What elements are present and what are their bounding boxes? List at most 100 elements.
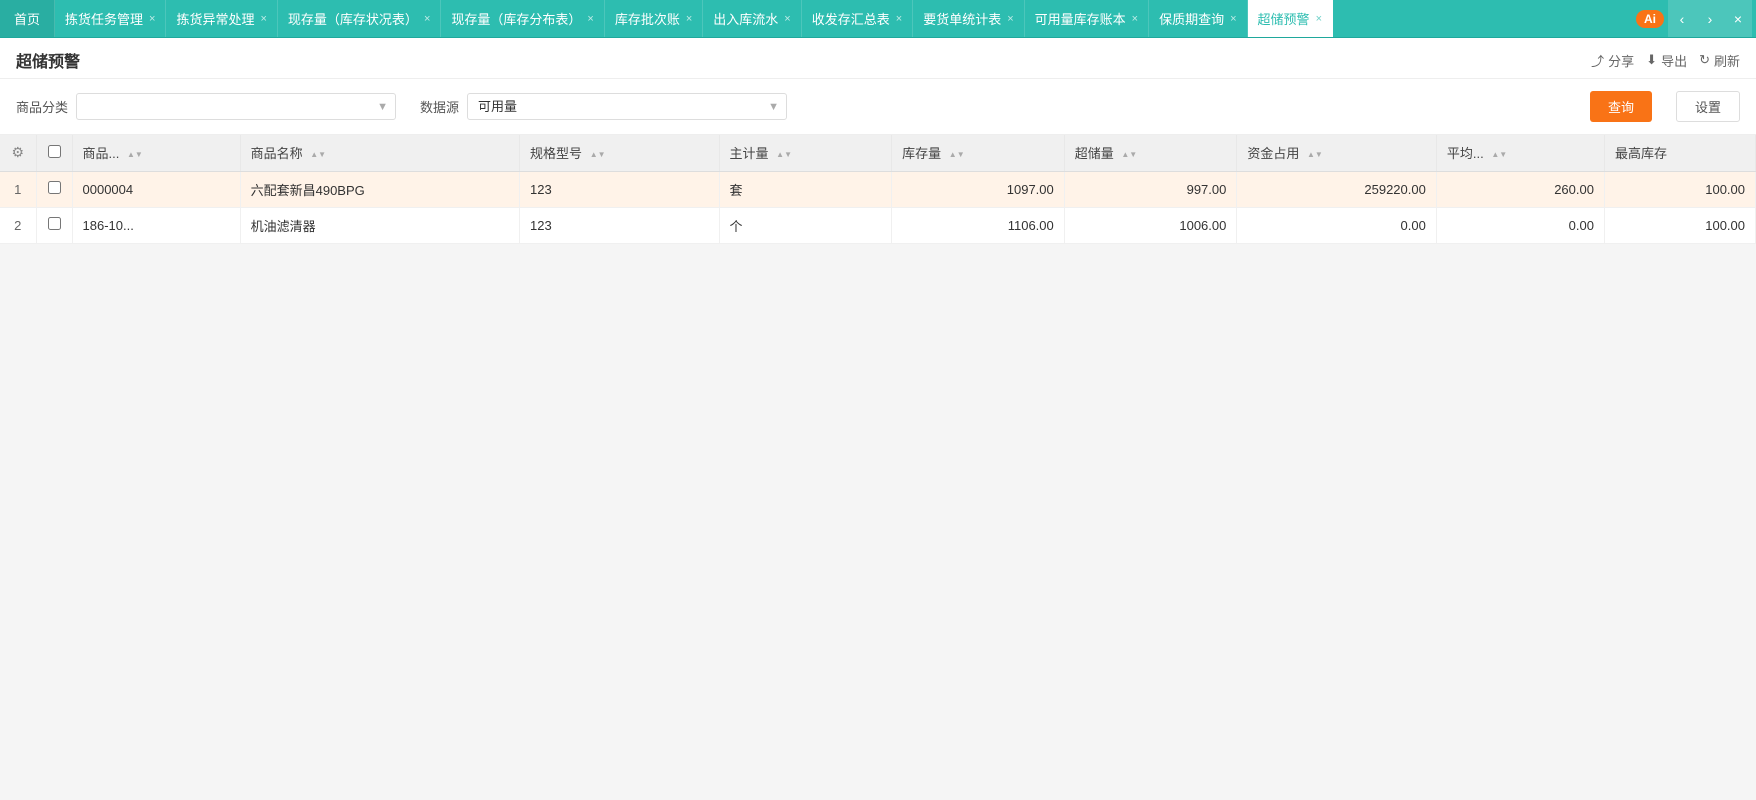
row-num-cell: 1 bbox=[0, 171, 36, 207]
tab-summary[interactable]: 收发存汇总表 × bbox=[802, 0, 913, 38]
close-icon[interactable]: × bbox=[1007, 13, 1013, 25]
col-max-stock-header: 最高库存 bbox=[1604, 135, 1755, 171]
row-avg: 260.00 bbox=[1436, 171, 1604, 207]
sort-icon[interactable]: ▲▼ bbox=[590, 150, 606, 159]
sort-icon[interactable]: ▲▼ bbox=[1491, 150, 1507, 159]
category-filter: 商品分类 ▼ bbox=[16, 93, 396, 120]
table-body: 1 0000004 六配套新昌490BPG 123 套 1097.00 997.… bbox=[0, 171, 1756, 243]
set-button[interactable]: 设置 bbox=[1676, 91, 1740, 122]
tab-inventory-status-label: 现存量（库存状况表） bbox=[288, 9, 418, 28]
col-spec-header: 规格型号 ▲▼ bbox=[520, 135, 719, 171]
col-overstock-header: 超储量 ▲▼ bbox=[1064, 135, 1237, 171]
row-unit: 套 bbox=[719, 171, 892, 207]
row-overstock: 997.00 bbox=[1064, 171, 1237, 207]
table-header-row: ⚙ 商品... ▲▼ 商品名称 ▲▼ 规格型号 ▲▼ 主计 bbox=[0, 135, 1756, 171]
close-icon[interactable]: × bbox=[424, 13, 430, 25]
row-stock: 1106.00 bbox=[892, 207, 1065, 243]
col-capital-label: 资金占用 bbox=[1247, 146, 1299, 161]
close-icon[interactable]: × bbox=[587, 13, 593, 25]
header-actions: ⤴ 分享 ⬇ 导出 ↻ 刷新 bbox=[1591, 51, 1740, 70]
row-checkbox-cell bbox=[36, 171, 72, 207]
close-icon[interactable]: × bbox=[686, 13, 692, 25]
datasource-label: 数据源 bbox=[420, 97, 459, 116]
tab-overstock[interactable]: 超储预警 × bbox=[1248, 0, 1333, 38]
tab-flow-label: 出入库流水 bbox=[713, 9, 778, 28]
tab-exception[interactable]: 拣货异常处理 × bbox=[166, 0, 277, 38]
datasource-select-wrapper: 可用量 库存量 ▼ bbox=[467, 93, 787, 120]
close-icon[interactable]: × bbox=[1230, 13, 1236, 25]
col-settings-header: ⚙ bbox=[0, 135, 36, 171]
category-select[interactable] bbox=[76, 93, 396, 120]
nav-arrows: ‹ › × bbox=[1668, 0, 1752, 38]
nav-next-button[interactable]: › bbox=[1696, 0, 1724, 38]
col-unit-header: 主计量 ▲▼ bbox=[719, 135, 892, 171]
close-icon[interactable]: × bbox=[1316, 13, 1322, 25]
nav-more-button[interactable]: × bbox=[1724, 0, 1752, 38]
col-checkbox-header bbox=[36, 135, 72, 171]
row-checkbox[interactable] bbox=[48, 181, 61, 194]
close-icon[interactable]: × bbox=[784, 13, 790, 25]
refresh-label: 刷新 bbox=[1714, 51, 1740, 70]
topbar: 首页 拣货任务管理 × 拣货异常处理 × 现存量（库存状况表） × 现存量（库存… bbox=[0, 0, 1756, 38]
select-all-checkbox[interactable] bbox=[48, 145, 61, 158]
sort-icon[interactable]: ▲▼ bbox=[127, 150, 143, 159]
share-label: 分享 bbox=[1608, 51, 1634, 70]
col-capital-header: 资金占用 ▲▼ bbox=[1237, 135, 1436, 171]
row-checkbox[interactable] bbox=[48, 217, 61, 230]
tab-expiry-label: 保质期查询 bbox=[1159, 9, 1224, 28]
tab-available-label: 可用量库存账本 bbox=[1035, 9, 1126, 28]
row-max-stock: 100.00 bbox=[1604, 171, 1755, 207]
tab-expiry[interactable]: 保质期查询 × bbox=[1149, 0, 1247, 38]
settings-gear-icon[interactable]: ⚙ bbox=[11, 144, 24, 160]
sort-icon[interactable]: ▲▼ bbox=[1307, 150, 1323, 159]
row-product-name: 六配套新昌490BPG bbox=[240, 171, 519, 207]
row-stock: 1097.00 bbox=[892, 171, 1065, 207]
tab-batch[interactable]: 库存批次账 × bbox=[605, 0, 703, 38]
tab-order-stats[interactable]: 要货单统计表 × bbox=[913, 0, 1024, 38]
col-stock-header: 库存量 ▲▼ bbox=[892, 135, 1065, 171]
datasource-filter: 数据源 可用量 库存量 ▼ bbox=[420, 93, 787, 120]
filter-bar: 商品分类 ▼ 数据源 可用量 库存量 ▼ 查询 设置 bbox=[0, 79, 1756, 135]
row-num-cell: 2 bbox=[0, 207, 36, 243]
close-icon[interactable]: × bbox=[1132, 13, 1138, 25]
share-icon: ⤴ bbox=[1591, 51, 1604, 70]
tab-inventory-dist[interactable]: 现存量（库存分布表） × bbox=[441, 0, 604, 38]
category-label: 商品分类 bbox=[16, 97, 68, 116]
col-product-code-label: 商品... bbox=[83, 146, 120, 161]
table-row: 1 0000004 六配套新昌490BPG 123 套 1097.00 997.… bbox=[0, 171, 1756, 207]
nav-prev-button[interactable]: ‹ bbox=[1668, 0, 1696, 38]
tab-overstock-label: 超储预警 bbox=[1258, 9, 1310, 28]
col-avg-label: 平均... bbox=[1447, 146, 1484, 161]
table-row: 2 186-10... 机油滤清器 123 个 1106.00 1006.00 … bbox=[0, 207, 1756, 243]
table-container: ⚙ 商品... ▲▼ 商品名称 ▲▼ 规格型号 ▲▼ 主计 bbox=[0, 135, 1756, 244]
col-product-name-header: 商品名称 ▲▼ bbox=[240, 135, 519, 171]
row-max-stock: 100.00 bbox=[1604, 207, 1755, 243]
tab-available[interactable]: 可用量库存账本 × bbox=[1025, 0, 1149, 38]
tab-inventory-dist-label: 现存量（库存分布表） bbox=[451, 9, 581, 28]
category-select-wrapper: ▼ bbox=[76, 93, 396, 120]
export-button[interactable]: ⬇ 导出 bbox=[1646, 51, 1687, 70]
tab-task-mgmt[interactable]: 拣货任务管理 × bbox=[55, 0, 166, 38]
sort-icon[interactable]: ▲▼ bbox=[310, 150, 326, 159]
sort-icon[interactable]: ▲▼ bbox=[776, 150, 792, 159]
tab-flow[interactable]: 出入库流水 × bbox=[703, 0, 801, 38]
close-icon[interactable]: × bbox=[896, 13, 902, 25]
ai-badge[interactable]: Ai bbox=[1636, 10, 1664, 28]
refresh-button[interactable]: ↻ 刷新 bbox=[1699, 51, 1740, 70]
close-icon[interactable]: × bbox=[149, 13, 155, 25]
nav-home[interactable]: 首页 bbox=[0, 0, 55, 38]
tab-task-mgmt-label: 拣货任务管理 bbox=[65, 9, 143, 28]
tab-inventory-status[interactable]: 现存量（库存状况表） × bbox=[278, 0, 441, 38]
query-button[interactable]: 查询 bbox=[1590, 91, 1652, 122]
col-overstock-label: 超储量 bbox=[1075, 146, 1114, 161]
sort-icon[interactable]: ▲▼ bbox=[949, 150, 965, 159]
datasource-select[interactable]: 可用量 库存量 bbox=[467, 93, 787, 120]
share-button[interactable]: ⤴ 分享 bbox=[1591, 51, 1634, 70]
row-overstock: 1006.00 bbox=[1064, 207, 1237, 243]
sort-icon[interactable]: ▲▼ bbox=[1121, 150, 1137, 159]
col-unit-label: 主计量 bbox=[730, 146, 769, 161]
data-table: ⚙ 商品... ▲▼ 商品名称 ▲▼ 规格型号 ▲▼ 主计 bbox=[0, 135, 1756, 244]
tab-exception-label: 拣货异常处理 bbox=[176, 9, 254, 28]
tab-order-stats-label: 要货单统计表 bbox=[923, 9, 1001, 28]
close-icon[interactable]: × bbox=[260, 13, 266, 25]
